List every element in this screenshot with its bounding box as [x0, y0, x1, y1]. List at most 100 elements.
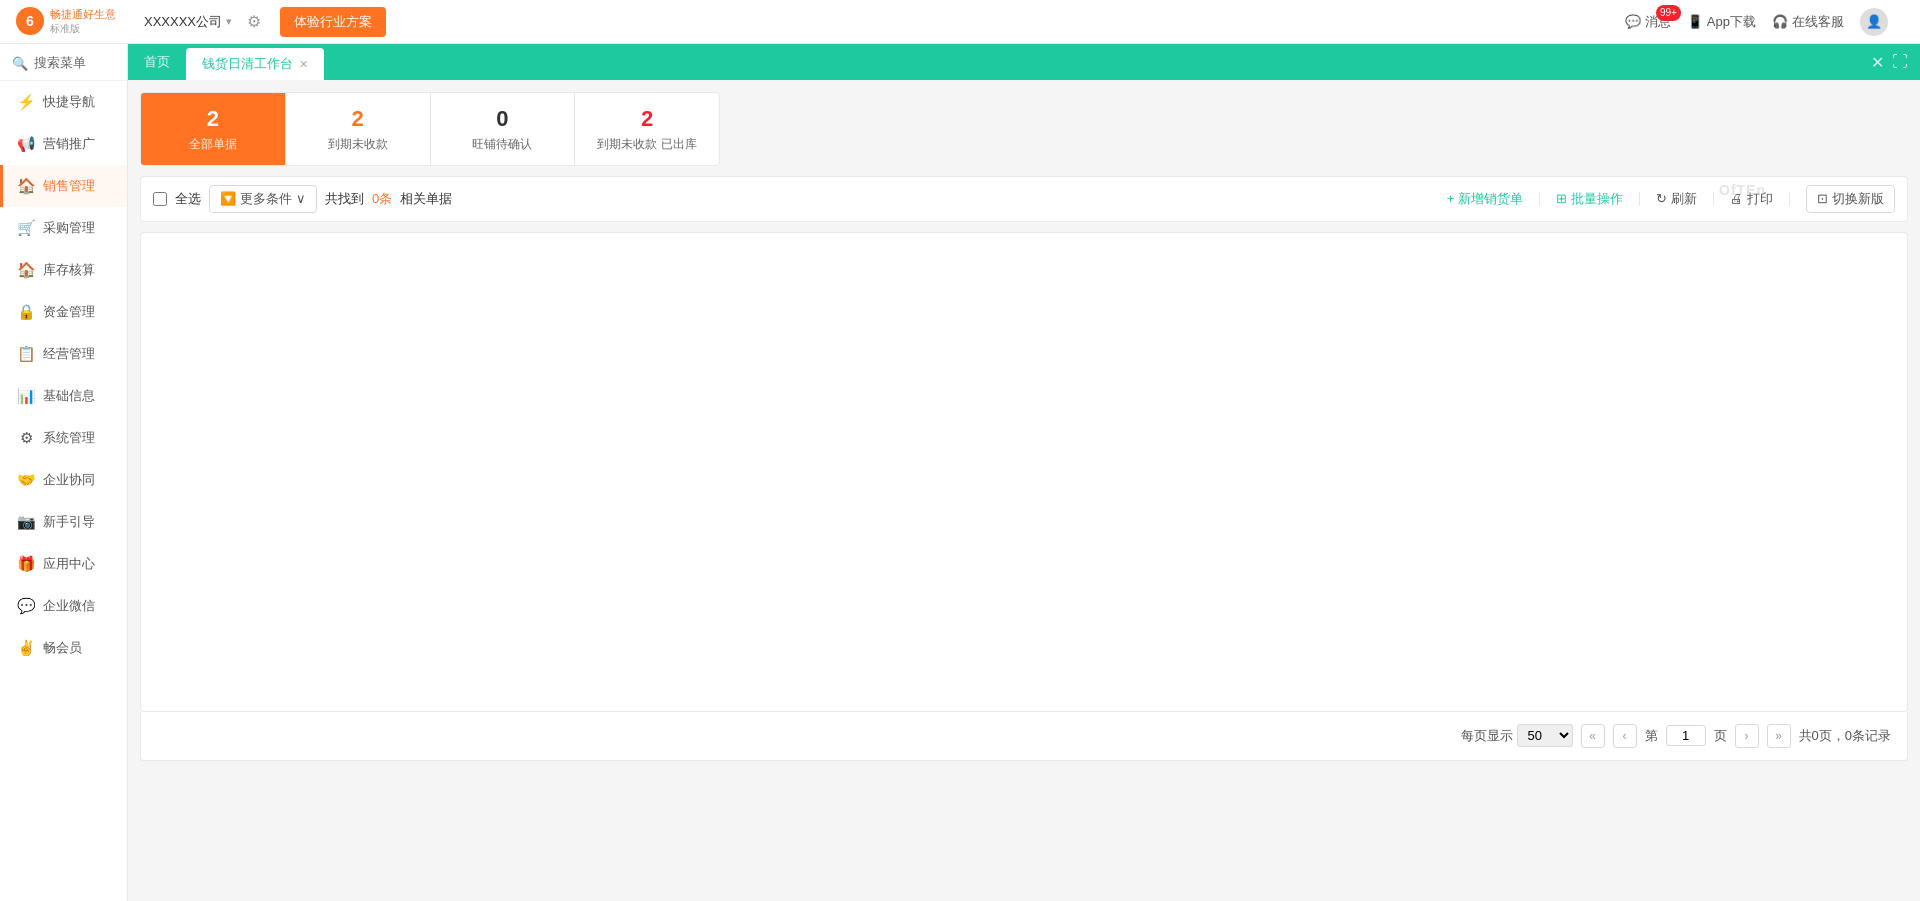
- filter-button[interactable]: 🔽 更多条件 ∨: [209, 185, 317, 213]
- divider: [1539, 192, 1540, 206]
- online-service-label: 在线客服: [1792, 13, 1844, 31]
- sidebar-item-quick-nav[interactable]: ⚡ 快捷导航: [0, 81, 127, 123]
- refresh-button[interactable]: ↻ 刷新: [1656, 190, 1697, 208]
- message-icon: 💬: [1625, 14, 1641, 29]
- sidebar-item-wechat[interactable]: 💬 企业微信: [0, 585, 127, 627]
- tabbar-controls: ✕ ⛶: [1871, 53, 1920, 72]
- select-all-checkbox[interactable]: [153, 192, 167, 206]
- found-count: 0条: [372, 190, 392, 208]
- switch-version-button[interactable]: ⊡ 切换新版: [1806, 185, 1895, 213]
- sidebar-item-label: 应用中心: [43, 555, 95, 573]
- topbar-right: 💬 消息 99+ 📱 App下载 🎧 在线客服 👤: [1625, 8, 1904, 36]
- sidebar-item-label: 系统管理: [43, 429, 95, 447]
- next-page-button[interactable]: ›: [1735, 724, 1759, 748]
- sidebar-item-marketing[interactable]: 📢 营销推广: [0, 123, 127, 165]
- tab-close-icon[interactable]: ✕: [299, 58, 308, 71]
- stat-all-label: 全部单据: [157, 136, 269, 153]
- search-menu[interactable]: 🔍 搜索菜单: [0, 44, 127, 81]
- logo-icon: 6: [16, 7, 44, 35]
- sidebar-item-label: 基础信息: [43, 387, 95, 405]
- operations-icon: 📋: [17, 345, 35, 363]
- batch-operation-button[interactable]: ⊞ 批量操作: [1556, 190, 1623, 208]
- stat-all-number: 2: [157, 105, 269, 134]
- sidebar-item-label: 企业微信: [43, 597, 95, 615]
- company-selector[interactable]: XXXXXX公司 ▾: [144, 13, 232, 31]
- sidebar-item-guide[interactable]: 📷 新手引导: [0, 501, 127, 543]
- sidebar-item-label: 库存核算: [43, 261, 95, 279]
- chevron-down-icon: ▾: [226, 15, 232, 28]
- sidebar-item-label: 资金管理: [43, 303, 95, 321]
- sidebar-item-member[interactable]: ✌ 畅会员: [0, 627, 127, 669]
- sidebar-item-sales[interactable]: 🏠 销售管理: [0, 165, 127, 207]
- member-icon: ✌: [17, 639, 35, 657]
- sidebar-item-basic-info[interactable]: 📊 基础信息: [0, 375, 127, 417]
- tab-home[interactable]: 首页: [128, 44, 186, 80]
- sidebar-item-label: 新手引导: [43, 513, 95, 531]
- print-button[interactable]: 🖨 打印: [1730, 190, 1773, 208]
- sidebar-item-finance[interactable]: 🔒 资金管理: [0, 291, 127, 333]
- finance-icon: 🔒: [17, 303, 35, 321]
- tab-workbench[interactable]: 钱货日清工作台 ✕: [186, 48, 324, 80]
- new-sale-button[interactable]: + 新增销货单: [1447, 190, 1523, 208]
- per-page-label: 每页显示: [1461, 727, 1513, 745]
- stat-overdue-shipped[interactable]: 2 到期未收款 已出库: [575, 93, 719, 165]
- inventory-icon: 🏠: [17, 261, 35, 279]
- online-service-button[interactable]: 🎧 在线客服: [1772, 13, 1844, 31]
- table-area: [140, 232, 1908, 712]
- sidebar-item-purchase[interactable]: 🛒 采购管理: [0, 207, 127, 249]
- sidebar-item-system[interactable]: ⚙ 系统管理: [0, 417, 127, 459]
- sidebar-item-label: 采购管理: [43, 219, 95, 237]
- main-content: 2 全部单据 2 到期未收款 0 旺铺待确认 2 到期未收款 已出库 全选 🔽 …: [128, 80, 1920, 901]
- stats-row: 2 全部单据 2 到期未收款 0 旺铺待确认 2 到期未收款 已出库: [140, 92, 720, 166]
- tab-expand-button[interactable]: ⛶: [1892, 53, 1908, 71]
- last-page-button[interactable]: »: [1767, 724, 1791, 748]
- logo-name: 畅捷通好生意: [50, 7, 116, 21]
- prev-page-button[interactable]: ‹: [1613, 724, 1637, 748]
- settings-icon[interactable]: ⚙: [240, 8, 268, 36]
- batch-label: 批量操作: [1571, 190, 1623, 208]
- divider4: [1789, 192, 1790, 206]
- avatar[interactable]: 👤: [1860, 8, 1888, 36]
- filter-label: 更多条件: [240, 190, 292, 208]
- search-menu-label: 搜索菜单: [34, 54, 86, 72]
- message-button[interactable]: 💬 消息 99+: [1625, 13, 1671, 31]
- toolbar-right: + 新增销货单 ⊞ 批量操作 ↻ 刷新 🖨 打印 ⊡ 切换新版: [1447, 185, 1895, 213]
- per-page-select[interactable]: 50 100 200: [1517, 724, 1573, 747]
- page-input[interactable]: [1666, 725, 1706, 746]
- first-page-button[interactable]: «: [1581, 724, 1605, 748]
- topbar: 6 畅捷通好生意 标准版 XXXXXX公司 ▾ ⚙ 体验行业方案 💬 消息 99…: [0, 0, 1920, 44]
- print-icon: 🖨: [1730, 191, 1743, 206]
- tab-workbench-label: 钱货日清工作台: [202, 55, 293, 73]
- app-download-button[interactable]: 📱 App下载: [1687, 13, 1756, 31]
- stat-shipped-number: 2: [591, 105, 703, 134]
- print-label: 打印: [1747, 190, 1773, 208]
- sidebar-item-operations[interactable]: 📋 经营管理: [0, 333, 127, 375]
- stat-all[interactable]: 2 全部单据: [141, 93, 286, 165]
- sidebar-item-app-center[interactable]: 🎁 应用中心: [0, 543, 127, 585]
- logo: 6 畅捷通好生意 标准版: [16, 7, 136, 35]
- sidebar-item-enterprise[interactable]: 🤝 企业协同: [0, 459, 127, 501]
- sidebar-item-label: 销售管理: [43, 177, 95, 195]
- toolbar-left: 全选 🔽 更多条件 ∨ 共找到 0条 相关单据: [153, 185, 452, 213]
- found-suffix: 相关单据: [400, 190, 452, 208]
- sidebar-item-label: 畅会员: [43, 639, 82, 657]
- trial-button[interactable]: 体验行业方案: [280, 7, 386, 37]
- logo-sub: 标准版: [50, 22, 116, 36]
- stat-shipped-label: 到期未收款 已出库: [591, 136, 703, 153]
- divider3: [1713, 192, 1714, 206]
- sidebar-item-label: 企业协同: [43, 471, 95, 489]
- toolbar: 全选 🔽 更多条件 ∨ 共找到 0条 相关单据 + 新增销货单 ⊞ 批量操作 ↻: [140, 176, 1908, 222]
- company-name: XXXXXX公司: [144, 13, 222, 31]
- divider2: [1639, 192, 1640, 206]
- tab-close-button[interactable]: ✕: [1871, 53, 1884, 72]
- stat-overdue-receivable[interactable]: 2 到期未收款: [286, 93, 431, 165]
- select-all-label: 全选: [175, 190, 201, 208]
- switch-icon: ⊡: [1817, 191, 1828, 206]
- stat-overdue-number: 2: [302, 105, 414, 134]
- sidebar-item-label: 经营管理: [43, 345, 95, 363]
- refresh-icon: ↻: [1656, 191, 1667, 206]
- sales-icon: 🏠: [17, 177, 35, 195]
- sidebar-item-inventory[interactable]: 🏠 库存核算: [0, 249, 127, 291]
- stat-wangpu-pending[interactable]: 0 旺铺待确认: [431, 93, 576, 165]
- stat-wangpu-label: 旺铺待确认: [447, 136, 559, 153]
